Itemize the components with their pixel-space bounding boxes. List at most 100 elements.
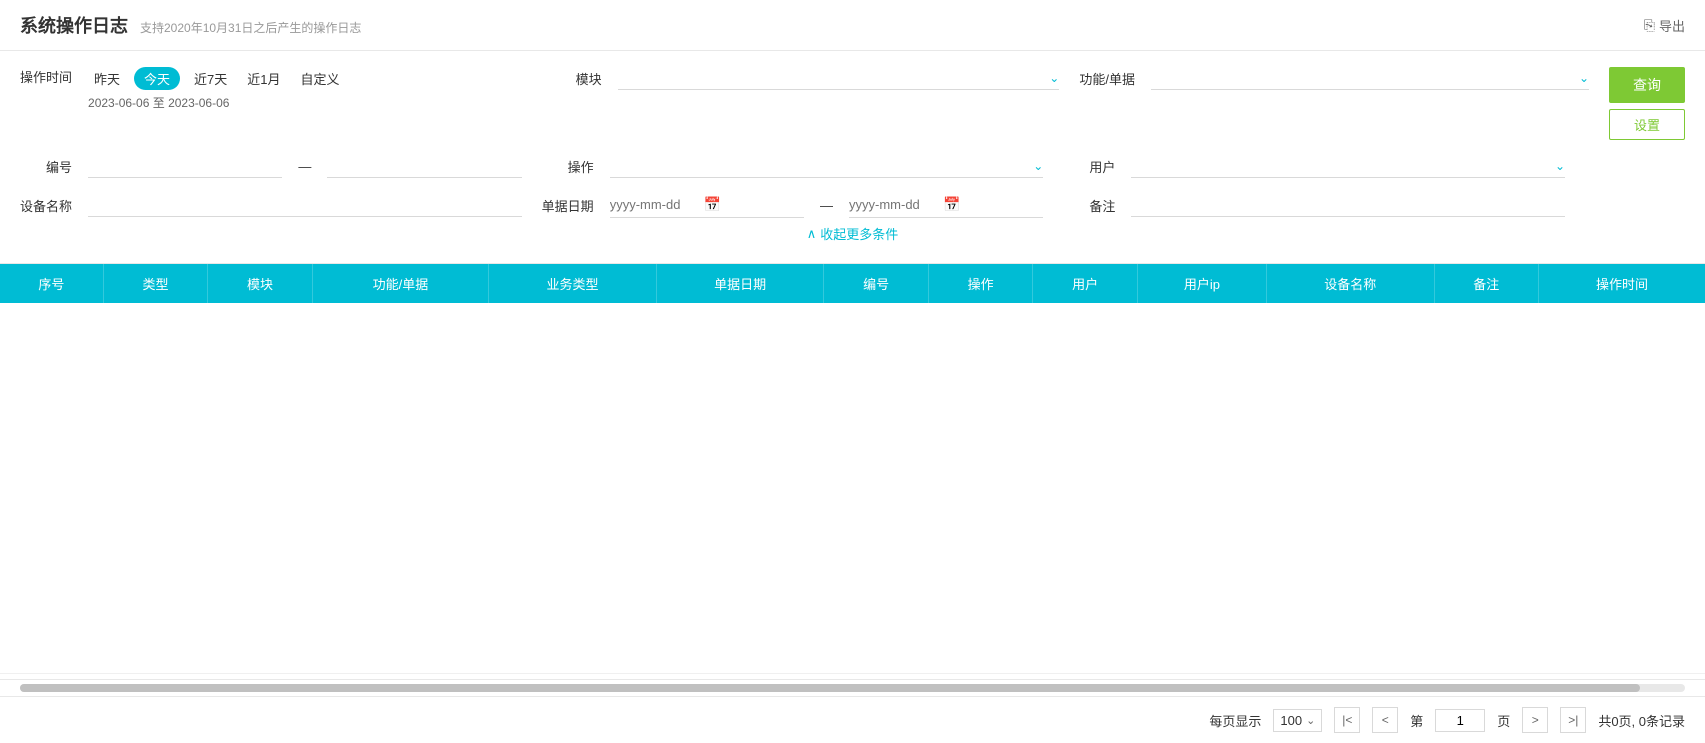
page-label: 第 — [1410, 711, 1423, 730]
filter-row-3: 设备名称 单据日期 📅 — 📅 备注 — [20, 192, 1685, 218]
number-label: 编号 — [20, 157, 80, 176]
date-end-input[interactable] — [849, 197, 939, 212]
empty-row — [0, 303, 1705, 674]
filter-area: 操作时间 昨天 今天 近7天 近1月 自定义 2023-06-06 至 2023… — [0, 51, 1705, 264]
device-input[interactable] — [88, 193, 522, 217]
time-btn-custom[interactable]: 自定义 — [295, 67, 346, 90]
col-user: 用户 — [1033, 264, 1137, 303]
col-biztype: 业务类型 — [489, 264, 657, 303]
total-text: 共0页, 0条记录 — [1598, 711, 1685, 730]
operation-select[interactable]: ⌄ — [610, 155, 1044, 178]
function-dropdown-icon: ⌄ — [1579, 71, 1589, 85]
table-area: 序号 类型 模块 功能/单据 业务类型 单据日期 编号 操作 用户 用户ip 设… — [0, 264, 1705, 679]
function-select[interactable]: ⌄ — [1151, 67, 1589, 90]
time-btn-yesterday[interactable]: 昨天 — [88, 67, 126, 90]
collapse-button[interactable]: ∧ 收起更多条件 — [807, 224, 899, 243]
date-start-wrap: 📅 — [610, 192, 804, 218]
date-start-input[interactable] — [610, 197, 700, 212]
time-label: 操作时间 — [20, 67, 80, 86]
filter-row-2: 编号 — 操作 ⌄ 用户 ⌄ — [20, 154, 1685, 178]
page-prev-button[interactable]: < — [1372, 707, 1398, 733]
collapse-label: 收起更多条件 — [820, 224, 898, 243]
number-filter-group: 编号 — — [20, 154, 522, 178]
device-label: 设备名称 — [20, 196, 80, 215]
header-left: 系统操作日志 支持2020年10月31日之后产生的操作日志 — [20, 12, 361, 38]
remark-filter-group: 备注 — [1063, 193, 1565, 217]
col-op-time: 操作时间 — [1539, 264, 1705, 303]
empty-area — [8, 313, 1697, 663]
settings-button[interactable]: 设置 — [1609, 109, 1685, 140]
date-end-wrap: 📅 — [849, 192, 1043, 218]
operation-dropdown-icon: ⌄ — [1033, 159, 1043, 173]
filter-row-1: 操作时间 昨天 今天 近7天 近1月 自定义 2023-06-06 至 2023… — [20, 67, 1685, 140]
page-next-button[interactable]: > — [1522, 707, 1548, 733]
col-user-ip: 用户ip — [1137, 264, 1266, 303]
scrollbar-thumb[interactable] — [20, 684, 1640, 692]
time-range-text: 2023-06-06 至 2023-06-06 — [88, 94, 346, 111]
page-subtitle: 支持2020年10月31日之后产生的操作日志 — [140, 19, 361, 36]
per-page-dropdown-icon: ⌄ — [1306, 714, 1315, 727]
time-options: 昨天 今天 近7天 近1月 自定义 — [88, 67, 346, 90]
export-button[interactable]: ⎘ 导出 — [1644, 16, 1685, 35]
export-icon: ⎘ — [1644, 17, 1655, 34]
number-input-end[interactable] — [327, 154, 521, 178]
number-dash: — — [290, 159, 319, 174]
operation-label: 操作 — [542, 157, 602, 176]
remark-input[interactable] — [1131, 193, 1565, 217]
col-module: 模块 — [208, 264, 312, 303]
function-filter-group: 功能/单据 ⌄ — [1079, 67, 1589, 90]
per-page-select[interactable]: 100 ⌄ — [1273, 709, 1322, 732]
col-function: 功能/单据 — [312, 264, 488, 303]
module-filter-group: 模块 ⌄ — [550, 67, 1060, 90]
date-dash: — — [812, 198, 841, 213]
per-page-label: 每页显示 — [1209, 711, 1261, 730]
time-group: 昨天 今天 近7天 近1月 自定义 2023-06-06 至 2023-06-0… — [88, 67, 346, 111]
date-filter-group: 单据日期 📅 — 📅 — [542, 192, 1044, 218]
export-label: 导出 — [1659, 16, 1685, 35]
table-header: 序号 类型 模块 功能/单据 业务类型 单据日期 编号 操作 用户 用户ip 设… — [0, 264, 1705, 303]
calendar-start-icon[interactable]: 📅 — [704, 196, 721, 213]
operation-filter-group: 操作 ⌄ — [542, 155, 1044, 178]
user-filter-group: 用户 ⌄ — [1063, 155, 1565, 178]
col-remark: 备注 — [1434, 264, 1538, 303]
page-title: 系统操作日志 — [20, 12, 128, 38]
data-table: 序号 类型 模块 功能/单据 业务类型 单据日期 编号 操作 用户 用户ip 设… — [0, 264, 1705, 674]
module-label: 模块 — [550, 69, 610, 88]
col-type: 类型 — [103, 264, 207, 303]
device-filter-group: 设备名称 — [20, 193, 522, 217]
scrollbar-track[interactable] — [20, 684, 1685, 692]
user-dropdown-icon: ⌄ — [1555, 159, 1565, 173]
module-dropdown-icon: ⌄ — [1049, 71, 1059, 85]
col-date: 单据日期 — [656, 264, 824, 303]
time-btn-today[interactable]: 今天 — [134, 67, 180, 90]
col-number: 编号 — [824, 264, 928, 303]
module-select[interactable]: ⌄ — [618, 67, 1060, 90]
per-page-value: 100 — [1280, 713, 1302, 728]
page-last-button[interactable]: >| — [1560, 707, 1586, 733]
function-label: 功能/单据 — [1079, 69, 1143, 88]
page-first-button[interactable]: |< — [1334, 707, 1360, 733]
table-body — [0, 303, 1705, 674]
date-label: 单据日期 — [542, 196, 602, 215]
time-filter-group: 操作时间 昨天 今天 近7天 近1月 自定义 2023-06-06 至 2023… — [20, 67, 530, 111]
scroll-area — [0, 679, 1705, 696]
time-btn-7days[interactable]: 近7天 — [188, 67, 233, 90]
time-btn-1month[interactable]: 近1月 — [241, 67, 286, 90]
number-input-start[interactable] — [88, 154, 282, 178]
collapse-chevron-icon: ∧ — [807, 226, 817, 242]
empty-cell — [0, 303, 1705, 674]
table-header-row: 序号 类型 模块 功能/单据 业务类型 单据日期 编号 操作 用户 用户ip 设… — [0, 264, 1705, 303]
query-button[interactable]: 查询 — [1609, 67, 1685, 103]
page-unit: 页 — [1497, 711, 1510, 730]
remark-label: 备注 — [1063, 196, 1123, 215]
col-device: 设备名称 — [1266, 264, 1434, 303]
collapse-bar: ∧ 收起更多条件 — [20, 218, 1685, 253]
page-input[interactable] — [1435, 709, 1485, 732]
filter-buttons: 查询 设置 — [1609, 67, 1685, 140]
page-header: 系统操作日志 支持2020年10月31日之后产生的操作日志 ⎘ 导出 — [0, 0, 1705, 51]
col-index: 序号 — [0, 264, 103, 303]
col-operation: 操作 — [928, 264, 1032, 303]
calendar-end-icon[interactable]: 📅 — [943, 196, 960, 213]
user-select[interactable]: ⌄ — [1131, 155, 1565, 178]
pagination-bar: 每页显示 100 ⌄ |< < 第 页 > >| 共0页, 0条记录 — [0, 696, 1705, 743]
